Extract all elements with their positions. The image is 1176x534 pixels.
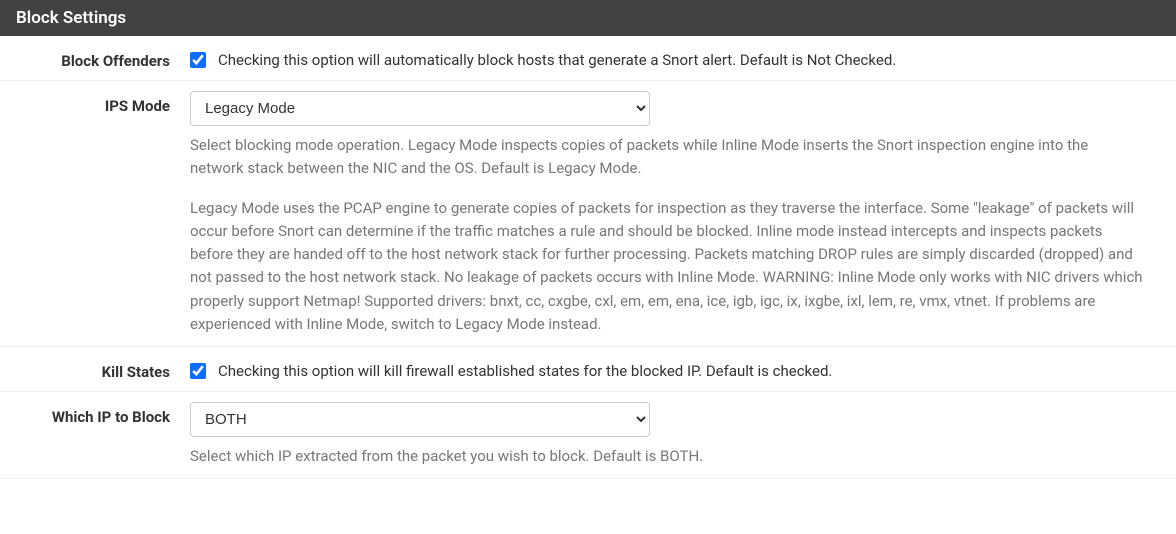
row-kill-states: Kill States Checking this option will ki… <box>0 347 1176 392</box>
checkbox-row-kill-states: Checking this option will kill firewall … <box>190 357 1144 380</box>
label-which-ip: Which IP to Block <box>0 402 190 426</box>
row-ips-mode: IPS Mode Legacy Mode Select blocking mod… <box>0 81 1176 347</box>
checkbox-row-block-offenders: Checking this option will automatically … <box>190 46 1144 69</box>
row-which-ip: Which IP to Block BOTH Select which IP e… <box>0 392 1176 479</box>
checkbox-block-offenders[interactable] <box>190 52 206 68</box>
row-block-offenders: Block Offenders Checking this option wil… <box>0 36 1176 81</box>
label-block-offenders: Block Offenders <box>0 46 190 70</box>
help-which-ip: Select which IP extracted from the packe… <box>190 445 1144 468</box>
select-ips-mode[interactable]: Legacy Mode <box>190 91 650 126</box>
label-kill-states: Kill States <box>0 357 190 381</box>
label-ips-mode: IPS Mode <box>0 91 190 115</box>
help-ips-mode-1: Select blocking mode operation. Legacy M… <box>190 134 1144 181</box>
desc-block-offenders: Checking this option will automatically … <box>218 51 896 69</box>
desc-kill-states: Checking this option will kill firewall … <box>218 362 832 380</box>
control-ips-mode: Legacy Mode Select blocking mode operati… <box>190 91 1168 336</box>
control-which-ip: BOTH Select which IP extracted from the … <box>190 402 1168 468</box>
checkbox-kill-states[interactable] <box>190 363 206 379</box>
help-ips-mode-2: Legacy Mode uses the PCAP engine to gene… <box>190 197 1144 337</box>
select-which-ip[interactable]: BOTH <box>190 402 650 437</box>
control-kill-states: Checking this option will kill firewall … <box>190 357 1168 380</box>
control-block-offenders: Checking this option will automatically … <box>190 46 1168 69</box>
panel-header: Block Settings <box>0 0 1176 36</box>
panel-title: Block Settings <box>16 8 126 28</box>
